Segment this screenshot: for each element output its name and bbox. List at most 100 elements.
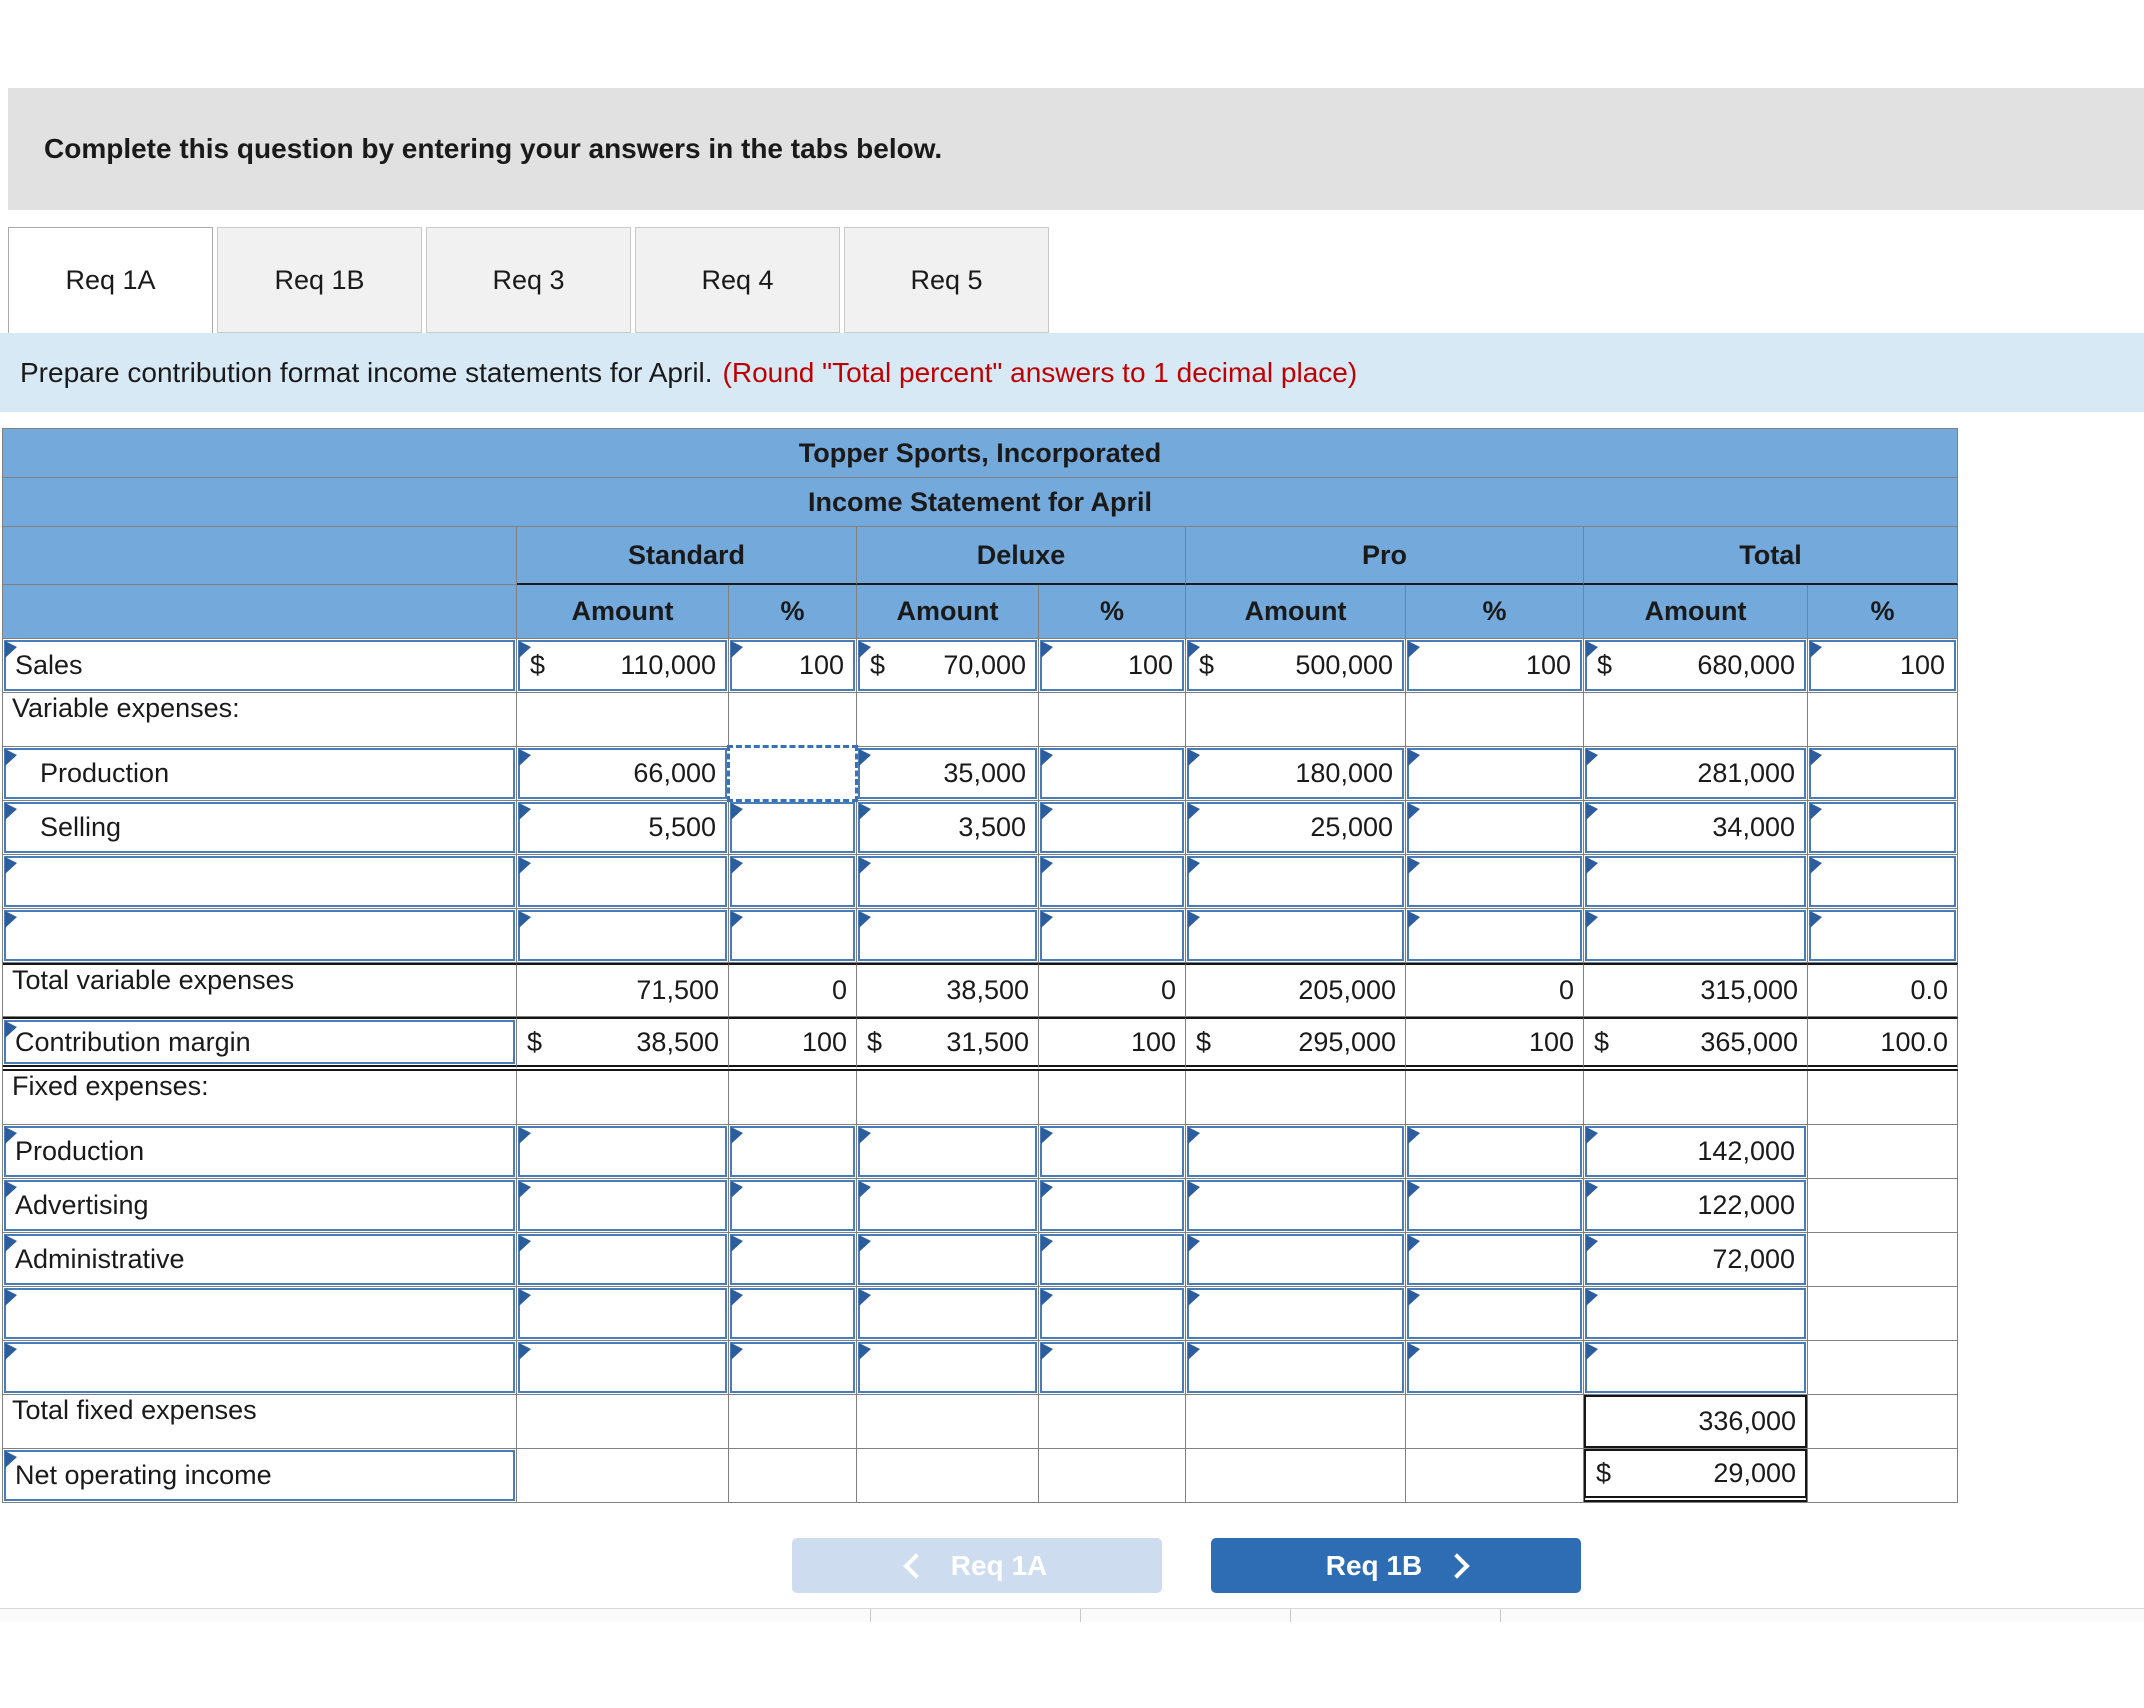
cell-fixed-production-pro-amount[interactable] <box>1186 1125 1406 1179</box>
cell-fixed-administrative-deluxe-pct[interactable] <box>1039 1233 1186 1287</box>
cell-variable-selling-label[interactable]: Selling <box>3 801 517 855</box>
cell-variable-blank-1-standard-pct[interactable] <box>729 855 857 909</box>
tab-req-1a[interactable]: Req 1A <box>8 227 213 333</box>
cell-fixed-blank-2-deluxe-pct[interactable] <box>1039 1341 1186 1395</box>
cell-sales-standard-amount[interactable]: $110,000 <box>517 639 729 693</box>
cell-fixed-advertising-deluxe-amount[interactable] <box>857 1179 1039 1233</box>
cell-variable-production-pro-pct[interactable] <box>1406 747 1584 801</box>
cell-fixed-blank-1-standard-pct[interactable] <box>729 1287 857 1341</box>
cell-fixed-administrative-standard-amount[interactable] <box>517 1233 729 1287</box>
cell-fixed-blank-2-pro-amount[interactable] <box>1186 1341 1406 1395</box>
cell-fixed-production-deluxe-amount[interactable] <box>857 1125 1039 1179</box>
input-flag-icon <box>5 857 17 874</box>
tab-req-4[interactable]: Req 4 <box>635 227 840 333</box>
cell-sales-pro-amount[interactable]: $500,000 <box>1186 639 1406 693</box>
cell-variable-blank-1-pro-amount[interactable] <box>1186 855 1406 909</box>
cell-variable-selling-deluxe-pct[interactable] <box>1039 801 1186 855</box>
cell-sales-total-amount[interactable]: $680,000 <box>1584 639 1808 693</box>
cell-fixed-blank-1-total-amount[interactable] <box>1584 1287 1808 1341</box>
cell-variable-blank-2-standard-pct[interactable] <box>729 909 857 963</box>
prev-req-button[interactable]: Req 1A <box>792 1538 1162 1593</box>
cell-sales-deluxe-pct[interactable]: 100 <box>1039 639 1186 693</box>
cell-variable-blank-2-total-amount[interactable] <box>1584 909 1808 963</box>
cell-variable-blank-2-standard-amount[interactable] <box>517 909 729 963</box>
cell-fixed-blank-1-pro-pct[interactable] <box>1406 1287 1584 1341</box>
cell-fixed-production-pro-pct[interactable] <box>1406 1125 1584 1179</box>
cell-fixed-blank-2-label[interactable] <box>3 1341 517 1395</box>
cell-variable-blank-2-deluxe-amount[interactable] <box>857 909 1039 963</box>
cell-fixed-advertising-standard-pct[interactable] <box>729 1179 857 1233</box>
cell-net-operating-income-pro-pct <box>1406 1449 1584 1503</box>
cell-fixed-administrative-deluxe-amount[interactable] <box>857 1233 1039 1287</box>
cell-fixed-production-deluxe-pct[interactable] <box>1039 1125 1186 1179</box>
cell-variable-selling-deluxe-amount[interactable]: 3,500 <box>857 801 1039 855</box>
tab-req-1b[interactable]: Req 1B <box>217 227 422 333</box>
cell-fixed-advertising-label[interactable]: Advertising <box>3 1179 517 1233</box>
cell-fixed-administrative-label[interactable]: Administrative <box>3 1233 517 1287</box>
cell-fixed-administrative-total-amount[interactable]: 72,000 <box>1584 1233 1808 1287</box>
cell-variable-production-deluxe-amount[interactable]: 35,000 <box>857 747 1039 801</box>
cell-variable-blank-1-label[interactable] <box>3 855 517 909</box>
cell-net-operating-income-label[interactable]: Net operating income <box>3 1449 517 1503</box>
cell-variable-blank-1-pro-pct[interactable] <box>1406 855 1584 909</box>
cell-fixed-production-total-amount[interactable]: 142,000 <box>1584 1125 1808 1179</box>
cell-variable-blank-1-total-pct[interactable] <box>1808 855 1958 909</box>
cell-variable-blank-2-pro-pct[interactable] <box>1406 909 1584 963</box>
cell-fixed-blank-1-deluxe-pct[interactable] <box>1039 1287 1186 1341</box>
cell-variable-production-pro-amount[interactable]: 180,000 <box>1186 747 1406 801</box>
cell-fixed-advertising-standard-amount[interactable] <box>517 1179 729 1233</box>
cell-fixed-blank-1-deluxe-amount[interactable] <box>857 1287 1039 1341</box>
cell-fixed-blank-2-pro-pct[interactable] <box>1406 1341 1584 1395</box>
cell-variable-selling-total-pct[interactable] <box>1808 801 1958 855</box>
cell-variable-production-label[interactable]: Production <box>3 747 517 801</box>
cell-fixed-blank-2-standard-pct[interactable] <box>729 1341 857 1395</box>
cell-variable-blank-2-deluxe-pct[interactable] <box>1039 909 1186 963</box>
cell-sales-pro-pct[interactable]: 100 <box>1406 639 1584 693</box>
cell-fixed-administrative-pro-pct[interactable] <box>1406 1233 1584 1287</box>
cell-variable-selling-pro-pct[interactable] <box>1406 801 1584 855</box>
cell-fixed-administrative-standard-pct[interactable] <box>729 1233 857 1287</box>
cell-fixed-advertising-pro-pct[interactable] <box>1406 1179 1584 1233</box>
cell-variable-production-total-amount[interactable]: 281,000 <box>1584 747 1808 801</box>
header-total-pct: % <box>1808 585 1958 639</box>
cell-variable-blank-2-total-pct[interactable] <box>1808 909 1958 963</box>
cell-variable-blank-2-label[interactable] <box>3 909 517 963</box>
cell-fixed-administrative-pro-amount[interactable] <box>1186 1233 1406 1287</box>
cell-variable-production-deluxe-pct[interactable] <box>1039 747 1186 801</box>
question-banner: Complete this question by entering your … <box>8 88 2144 210</box>
cell-variable-blank-1-total-amount[interactable] <box>1584 855 1808 909</box>
cell-fixed-blank-1-pro-amount[interactable] <box>1186 1287 1406 1341</box>
cell-fixed-blank-1-standard-amount[interactable] <box>517 1287 729 1341</box>
input-flag-icon <box>1586 1127 1598 1144</box>
cell-fixed-advertising-deluxe-pct[interactable] <box>1039 1179 1186 1233</box>
cell-variable-production-total-pct[interactable] <box>1808 747 1958 801</box>
cell-variable-selling-total-amount[interactable]: 34,000 <box>1584 801 1808 855</box>
cell-fixed-advertising-pro-amount[interactable] <box>1186 1179 1406 1233</box>
cell-fixed-advertising-total-amount[interactable]: 122,000 <box>1584 1179 1808 1233</box>
cell-fixed-production-label[interactable]: Production <box>3 1125 517 1179</box>
cell-variable-production-standard-pct[interactable] <box>727 745 858 802</box>
cell-fixed-blank-2-total-amount[interactable] <box>1584 1341 1808 1395</box>
cell-fixed-production-standard-amount[interactable] <box>517 1125 729 1179</box>
tab-req-5[interactable]: Req 5 <box>844 227 1049 333</box>
cell-variable-selling-standard-pct[interactable] <box>729 801 857 855</box>
cell-contribution-margin-label[interactable]: Contribution margin <box>3 1017 517 1071</box>
cell-fixed-production-standard-pct[interactable] <box>729 1125 857 1179</box>
cell-sales-total-pct[interactable]: 100 <box>1808 639 1958 693</box>
cell-variable-blank-1-deluxe-amount[interactable] <box>857 855 1039 909</box>
cell-fixed-blank-2-standard-amount[interactable] <box>517 1341 729 1395</box>
cell-variable-selling-standard-amount[interactable]: 5,500 <box>517 801 729 855</box>
cell-variable-blank-2-pro-amount[interactable] <box>1186 909 1406 963</box>
cell-sales-label[interactable]: Sales <box>3 639 517 693</box>
cell-variable-blank-1-standard-amount[interactable] <box>517 855 729 909</box>
cell-sales-deluxe-amount[interactable]: $70,000 <box>857 639 1039 693</box>
cell-fixed-blank-1-label[interactable] <box>3 1287 517 1341</box>
next-req-button[interactable]: Req 1B <box>1211 1538 1581 1593</box>
cell-variable-selling-pro-amount[interactable]: 25,000 <box>1186 801 1406 855</box>
cell-fixed-blank-2-deluxe-amount[interactable] <box>857 1341 1039 1395</box>
tab-req-3[interactable]: Req 3 <box>426 227 631 333</box>
cell-variable-blank-1-deluxe-pct[interactable] <box>1039 855 1186 909</box>
cell-sales-standard-pct[interactable]: 100 <box>729 639 857 693</box>
income-statement-grid: Topper Sports, Incorporated Income Statem… <box>2 428 1958 1503</box>
cell-variable-production-standard-amount[interactable]: 66,000 <box>517 747 729 801</box>
